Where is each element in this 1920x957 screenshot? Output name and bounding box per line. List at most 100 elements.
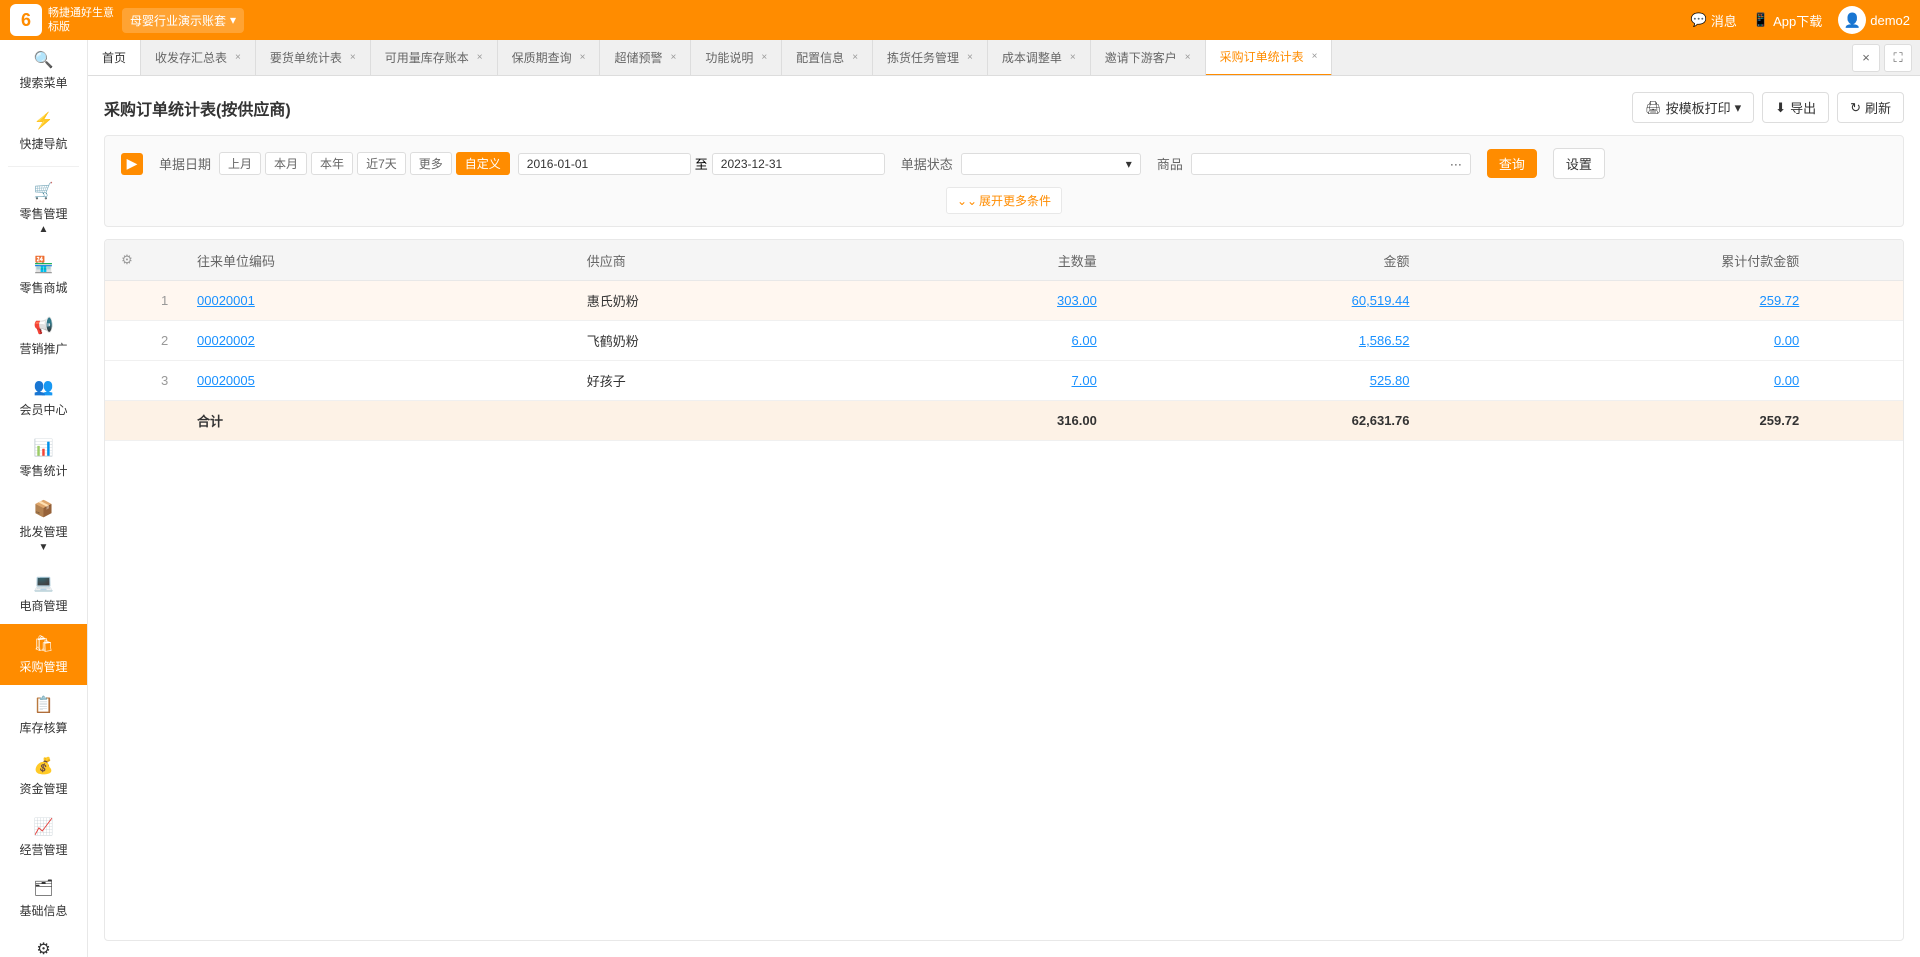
- tab-receive-send[interactable]: 收发存汇总表 ×: [141, 40, 256, 76]
- sidebar-item-retail-mgmt[interactable]: 🛒 零售管理 ▲: [0, 171, 87, 245]
- close-icon[interactable]: ×: [350, 52, 356, 63]
- row-amount: 1,586.52: [1109, 321, 1422, 361]
- goods-select[interactable]: ···: [1191, 153, 1471, 175]
- sidebar: 🔍 搜索菜单 ⚡ 快捷导航 🛒 零售管理 ▲ 🏪 零售商城 📢 营销推广 👥 会…: [0, 40, 88, 957]
- retail-mall-icon: 🏪: [34, 255, 54, 275]
- close-icon[interactable]: ×: [1070, 52, 1076, 63]
- btn-7days[interactable]: 近7天: [357, 152, 406, 175]
- workspace-selector[interactable]: 母婴行业演示账套 ▾: [122, 8, 244, 33]
- close-icon[interactable]: ×: [1185, 52, 1191, 63]
- tab-invite-downstream[interactable]: 邀请下游客户 ×: [1091, 40, 1206, 76]
- search-icon: 🔍: [34, 50, 54, 70]
- sidebar-item-ecom-mgmt[interactable]: 💻 电商管理: [0, 563, 87, 624]
- chevron-up-icon: ▲: [39, 224, 49, 235]
- tab-expiry-query[interactable]: 保质期查询 ×: [498, 40, 601, 76]
- sidebar-item-stock-check[interactable]: 📋 库存核算: [0, 685, 87, 746]
- export-btn[interactable]: ⬇ 导出: [1762, 92, 1829, 123]
- row-num-cell: 3: [149, 361, 185, 401]
- settings-btn[interactable]: 设置: [1553, 148, 1605, 179]
- row-paid-amount: 0.00: [1422, 321, 1812, 361]
- table-row: 1 00020001 惠氏奶粉 303.00 60,519.44 259.72: [105, 281, 1903, 321]
- purchase-stats-table: ⚙ 往来单位编码 供应商 主数量 金额 累计付款金额 1: [105, 240, 1903, 441]
- date-start-input[interactable]: [518, 153, 691, 175]
- tab-maximize-btn[interactable]: ⛶: [1884, 44, 1912, 72]
- expand-more-btn[interactable]: ⌄⌄ 展开更多条件: [946, 187, 1062, 214]
- row-settings-cell: [105, 361, 149, 401]
- sidebar-item-retail-mall[interactable]: 🏪 零售商城: [0, 245, 87, 306]
- btn-custom-date[interactable]: 自定义: [456, 152, 510, 175]
- user-avatar[interactable]: 👤 demo2: [1838, 6, 1910, 34]
- col-main-qty: 主数量: [865, 240, 1109, 281]
- date-range: 至: [518, 153, 885, 175]
- tab-function-desc[interactable]: 功能说明 ×: [691, 40, 782, 76]
- chevron-down-icon: ⌄⌄: [957, 194, 977, 208]
- table-row: 3 00020005 好孩子 7.00 525.80 0.00: [105, 361, 1903, 401]
- tab-close-all-btn[interactable]: ×: [1852, 44, 1880, 72]
- sidebar-item-basic-info[interactable]: 🗂 基础信息: [0, 868, 87, 929]
- sidebar-item-search[interactable]: 🔍 搜索菜单: [0, 40, 87, 101]
- sidebar-item-biz-mgmt[interactable]: 📈 经营管理: [0, 807, 87, 868]
- search-row: ▶ 单据日期 上月 本月 本年 近7天 更多 自定义: [121, 148, 1887, 179]
- close-icon[interactable]: ×: [967, 52, 973, 63]
- row-main-qty: 7.00: [865, 361, 1109, 401]
- sidebar-item-retail-stats[interactable]: 📊 零售统计: [0, 428, 87, 489]
- tab-cost-adjust[interactable]: 成本调整单 ×: [988, 40, 1091, 76]
- refresh-btn[interactable]: ↻ 刷新: [1837, 92, 1904, 123]
- footer-qty-cell: 316.00: [865, 401, 1109, 441]
- col-vendor-code: 往来单位编码: [185, 240, 575, 281]
- marketing-icon: 📢: [34, 316, 54, 336]
- tab-overstock-warning[interactable]: 超储预警 ×: [600, 40, 691, 76]
- row-vendor-name: 飞鹤奶粉: [575, 321, 865, 361]
- row-vendor-name: 惠氏奶粉: [575, 281, 865, 321]
- close-icon[interactable]: ×: [761, 52, 767, 63]
- sidebar-item-member-center[interactable]: 👥 会员中心: [0, 367, 87, 428]
- main-wrapper: 🔍 搜索菜单 ⚡ 快捷导航 🛒 零售管理 ▲ 🏪 零售商城 📢 营销推广 👥 会…: [0, 40, 1920, 957]
- sidebar-item-marketing[interactable]: 📢 营销推广: [0, 306, 87, 367]
- top-bar: 6 畅捷通好生意 标版 母婴行业演示账套 ▾ 💬 消息 📱 App下载 👤 de…: [0, 0, 1920, 40]
- sidebar-item-finance-mgmt[interactable]: 💰 资金管理: [0, 746, 87, 807]
- search-toggle-btn[interactable]: ▶: [121, 153, 143, 175]
- gear-icon[interactable]: ⚙: [117, 250, 137, 270]
- tab-usable-stock[interactable]: 可用量库存账本 ×: [371, 40, 498, 76]
- export-icon: ⬇: [1775, 100, 1786, 116]
- footer-amount-cell: 62,631.76: [1109, 401, 1422, 441]
- print-btn[interactable]: 🖨 按模板打印 ▾: [1632, 92, 1754, 123]
- btn-more-dates[interactable]: 更多: [410, 152, 452, 175]
- app-download-btn[interactable]: 📱 App下载: [1753, 11, 1822, 30]
- tab-home[interactable]: 首页: [88, 40, 141, 76]
- tab-config-info[interactable]: 配置信息 ×: [782, 40, 873, 76]
- sidebar-item-purchase-mgmt[interactable]: 🛍 采购管理: [0, 624, 87, 685]
- close-icon[interactable]: ×: [852, 52, 858, 63]
- sidebar-item-quick-nav[interactable]: ⚡ 快捷导航: [0, 101, 87, 162]
- logo-text: 畅捷通好生意 标版: [48, 6, 114, 35]
- close-icon[interactable]: ×: [477, 52, 483, 63]
- ecom-icon: 💻: [34, 573, 54, 593]
- close-icon[interactable]: ×: [670, 52, 676, 63]
- table-wrapper: ⚙ 往来单位编码 供应商 主数量 金额 累计付款金额 1: [104, 239, 1904, 941]
- row-amount: 60,519.44: [1109, 281, 1422, 321]
- table-row: 2 00020002 飞鹤奶粉 6.00 1,586.52 0.00: [105, 321, 1903, 361]
- status-select[interactable]: ▾: [961, 153, 1141, 175]
- logo-icon: 6: [10, 4, 42, 36]
- col-extra: [1811, 240, 1903, 281]
- tab-purchase-stats[interactable]: 采购订单统计表 ×: [1206, 40, 1333, 76]
- tab-order-stats[interactable]: 要货单统计表 ×: [256, 40, 371, 76]
- close-icon[interactable]: ×: [235, 52, 241, 63]
- message-btn[interactable]: 💬 消息: [1691, 11, 1737, 30]
- col-paid-amount: 累计付款金额: [1422, 240, 1812, 281]
- close-icon[interactable]: ×: [580, 52, 586, 63]
- purchase-icon: 🛍: [33, 634, 53, 654]
- btn-this-month[interactable]: 本月: [265, 152, 307, 175]
- close-icon[interactable]: ×: [1312, 51, 1318, 62]
- btn-this-year[interactable]: 本年: [311, 152, 353, 175]
- query-btn[interactable]: 查询: [1487, 149, 1537, 178]
- sidebar-item-wholesale-mgmt[interactable]: 📦 批发管理 ▼: [0, 489, 87, 563]
- sidebar-item-sys-mgmt[interactable]: ⚙ 系统管理: [0, 929, 87, 957]
- date-end-input[interactable]: [712, 153, 885, 175]
- search-item-goods: 商品 ···: [1157, 153, 1471, 175]
- stock-icon: 📋: [34, 695, 54, 715]
- tab-pickup-task[interactable]: 拣货任务管理 ×: [873, 40, 988, 76]
- row-num-cell: 1: [149, 281, 185, 321]
- btn-last-month[interactable]: 上月: [219, 152, 261, 175]
- footer-extra-cell: [1811, 401, 1903, 441]
